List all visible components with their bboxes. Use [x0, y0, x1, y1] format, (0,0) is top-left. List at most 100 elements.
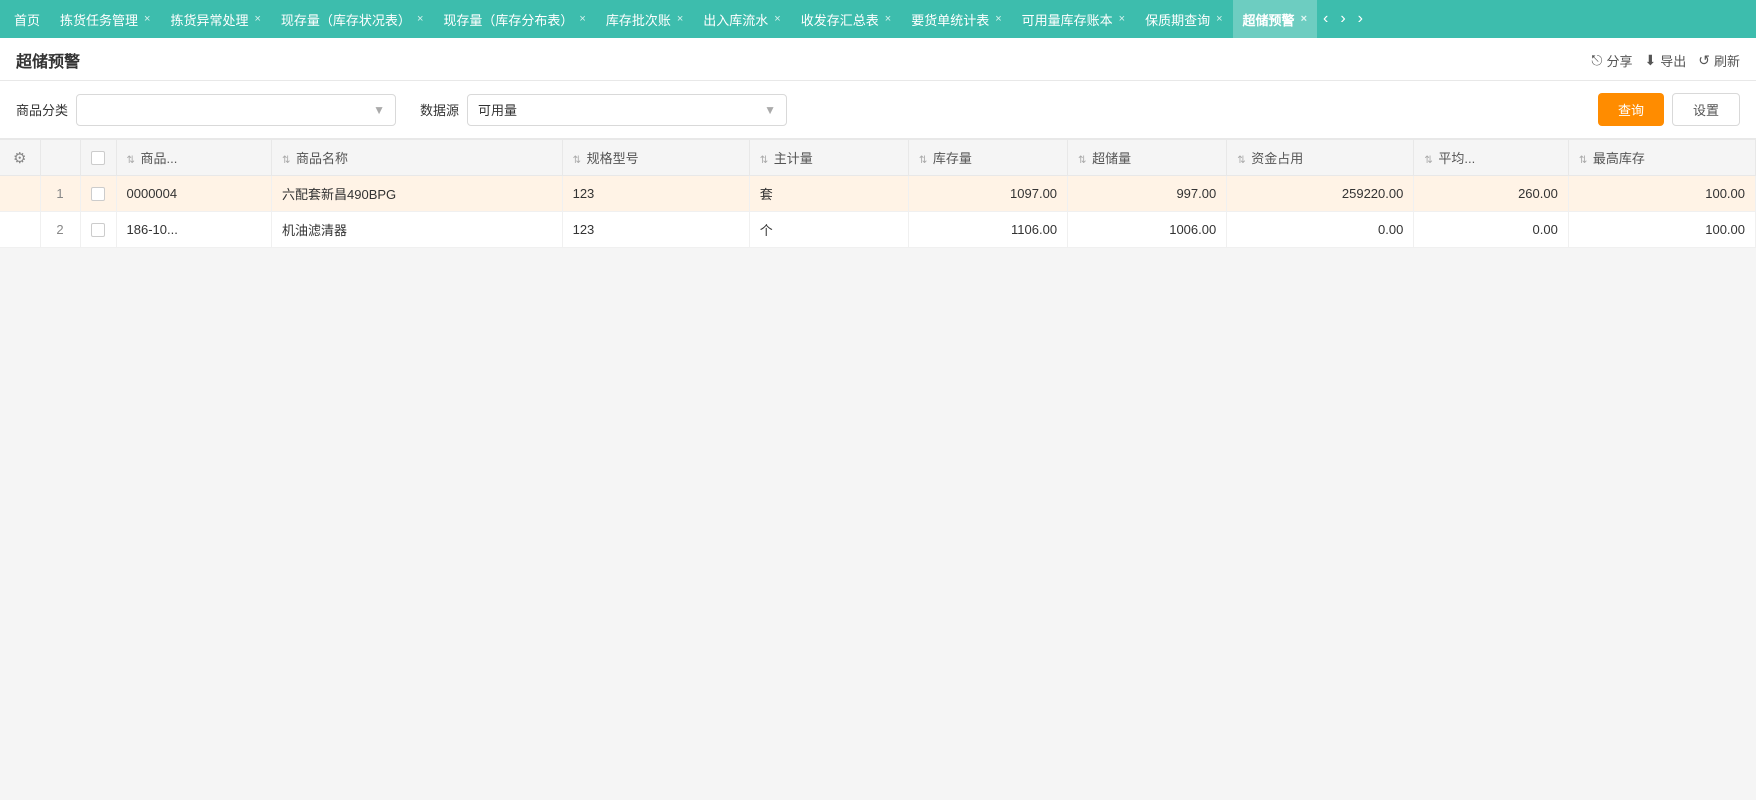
refresh-icon: ↺	[1698, 52, 1710, 69]
col-header-check	[80, 140, 116, 176]
nav-tab-overstock[interactable]: 超储预警 ×	[1233, 0, 1317, 38]
close-tab-order-stats[interactable]: ×	[995, 13, 1001, 25]
refresh-button[interactable]: ↺ 刷新	[1698, 51, 1740, 70]
close-tab-recv-send[interactable]: ×	[885, 13, 891, 25]
row-max-stock: 100.00	[1568, 176, 1755, 212]
close-tab-batch-account[interactable]: ×	[677, 13, 683, 25]
close-tab-inout-flow[interactable]: ×	[774, 13, 780, 25]
filter-actions: 查询 设置	[1598, 93, 1740, 126]
row-product-name: 机油滤清器	[272, 212, 563, 248]
row-capital-occ: 259220.00	[1227, 176, 1414, 212]
col-header-stock[interactable]: ⇅ 库存量	[908, 140, 1067, 176]
row-gear-cell	[0, 212, 40, 248]
row-product-name: 六配套新昌490BPG	[272, 176, 563, 212]
sort-icon: ⇅	[573, 155, 581, 166]
top-nav: 首页 拣货任务管理 × 拣货异常处理 × 现存量（库存状况表） × 现存量（库存…	[0, 0, 1756, 38]
close-tab-abnormal[interactable]: ×	[254, 13, 260, 25]
nav-tab-home[interactable]: 首页	[4, 0, 50, 38]
col-header-product-name[interactable]: ⇅ 商品名称	[272, 140, 563, 176]
nav-tab-inventory-dist[interactable]: 现存量（库存分布表） ×	[433, 0, 595, 38]
export-icon: ⬇	[1645, 52, 1657, 69]
row-checkbox[interactable]	[91, 187, 105, 201]
nav-tab-expiry[interactable]: 保质期查询 ×	[1135, 0, 1232, 38]
nav-tab-inventory-status[interactable]: 现存量（库存状况表） ×	[271, 0, 433, 38]
row-overstock: 1006.00	[1068, 212, 1227, 248]
nav-tab-batch-account[interactable]: 库存批次账 ×	[596, 0, 693, 38]
col-header-gear: ⚙	[0, 140, 40, 176]
nav-tab-order-stats[interactable]: 要货单统计表 ×	[901, 0, 1011, 38]
category-filter-group: 商品分类 ▼	[16, 94, 396, 126]
close-tab-inventory-dist[interactable]: ×	[579, 13, 585, 25]
settings-button[interactable]: 设置	[1672, 93, 1740, 126]
col-header-spec[interactable]: ⇅ 规格型号	[562, 140, 749, 176]
close-tab-expiry[interactable]: ×	[1216, 13, 1222, 25]
nav-tab-recv-send[interactable]: 收发存汇总表 ×	[791, 0, 901, 38]
nav-tab-abnormal[interactable]: 拣货异常处理 ×	[160, 0, 270, 38]
header-actions: ⎋ 分享 ⬇ 导出 ↺ 刷新	[1591, 51, 1740, 70]
row-check-cell	[80, 176, 116, 212]
close-tab-overstock[interactable]: ×	[1301, 13, 1307, 25]
row-product-code: 186-10...	[116, 212, 272, 248]
col-header-index	[40, 140, 80, 176]
nav-tab-avail-account[interactable]: 可用量库存账本 ×	[1012, 0, 1135, 38]
nav-expand-arrow[interactable]: ›	[1352, 10, 1369, 28]
category-select[interactable]: ▼	[76, 94, 396, 126]
table-body: 1 0000004 六配套新昌490BPG 123 套 1097.00 997.…	[0, 176, 1756, 248]
nav-tab-inout-flow[interactable]: 出入库流水 ×	[693, 0, 790, 38]
select-all-checkbox[interactable]	[91, 151, 105, 165]
query-button[interactable]: 查询	[1598, 93, 1664, 126]
nav-tab-task-mgmt[interactable]: 拣货任务管理 ×	[50, 0, 160, 38]
share-icon: ⎋	[1591, 52, 1602, 69]
table-row: 2 186-10... 机油滤清器 123 个 1106.00 1006.00 …	[0, 212, 1756, 248]
row-stock: 1106.00	[908, 212, 1067, 248]
export-button[interactable]: ⬇ 导出	[1645, 51, 1687, 70]
gear-header-icon[interactable]: ⚙	[10, 149, 30, 167]
row-avg: 0.00	[1414, 212, 1569, 248]
col-header-overstock[interactable]: ⇅ 超储量	[1068, 140, 1227, 176]
row-index-cell: 2	[40, 212, 80, 248]
page-title: 超储预警	[16, 48, 80, 72]
row-check-cell	[80, 212, 116, 248]
col-header-max-stock[interactable]: ⇅ 最高库存	[1568, 140, 1755, 176]
sort-icon: ⇅	[919, 155, 927, 166]
datasource-filter-group: 数据源 可用量 ▼	[420, 94, 787, 126]
sort-icon: ⇅	[1424, 155, 1432, 166]
row-unit: 个	[749, 212, 908, 248]
row-unit: 套	[749, 176, 908, 212]
category-select-arrow: ▼	[373, 103, 385, 117]
sort-icon: ⇅	[760, 155, 768, 166]
row-index-cell: 1	[40, 176, 80, 212]
table-container: ⚙ ⇅ 商品... ⇅ 商品名称 ⇅ 规格型号	[0, 139, 1756, 248]
row-spec: 123	[562, 212, 749, 248]
page-header: 超储预警 ⎋ 分享 ⬇ 导出 ↺ 刷新	[0, 38, 1756, 81]
col-header-unit[interactable]: ⇅ 主计量	[749, 140, 908, 176]
row-gear-cell	[0, 176, 40, 212]
table-row: 1 0000004 六配套新昌490BPG 123 套 1097.00 997.…	[0, 176, 1756, 212]
sort-icon: ⇅	[1579, 155, 1587, 166]
category-label: 商品分类	[16, 100, 68, 119]
filter-area: 商品分类 ▼ 数据源 可用量 ▼ 查询 设置	[0, 81, 1756, 139]
row-stock: 1097.00	[908, 176, 1067, 212]
data-table: ⚙ ⇅ 商品... ⇅ 商品名称 ⇅ 规格型号	[0, 139, 1756, 248]
row-capital-occ: 0.00	[1227, 212, 1414, 248]
col-header-capital-occ[interactable]: ⇅ 资金占用	[1227, 140, 1414, 176]
close-tab-task-mgmt[interactable]: ×	[144, 13, 150, 25]
sort-icon: ⇅	[282, 155, 290, 166]
datasource-label: 数据源	[420, 100, 459, 119]
sort-icon: ⇅	[1237, 155, 1245, 166]
sort-icon: ⇅	[127, 155, 135, 166]
row-max-stock: 100.00	[1568, 212, 1755, 248]
share-button[interactable]: ⎋ 分享	[1591, 51, 1632, 70]
close-tab-avail-account[interactable]: ×	[1119, 13, 1125, 25]
col-header-product-code[interactable]: ⇅ 商品...	[116, 140, 272, 176]
row-overstock: 997.00	[1068, 176, 1227, 212]
close-tab-inventory-status[interactable]: ×	[417, 13, 423, 25]
row-spec: 123	[562, 176, 749, 212]
sort-icon: ⇅	[1078, 155, 1086, 166]
table-header-row: ⚙ ⇅ 商品... ⇅ 商品名称 ⇅ 规格型号	[0, 140, 1756, 176]
datasource-select[interactable]: 可用量 ▼	[467, 94, 787, 126]
row-checkbox[interactable]	[91, 223, 105, 237]
col-header-avg[interactable]: ⇅ 平均...	[1414, 140, 1569, 176]
nav-prev-arrow[interactable]: ‹	[1317, 10, 1334, 28]
nav-next-arrow[interactable]: ›	[1334, 10, 1351, 28]
